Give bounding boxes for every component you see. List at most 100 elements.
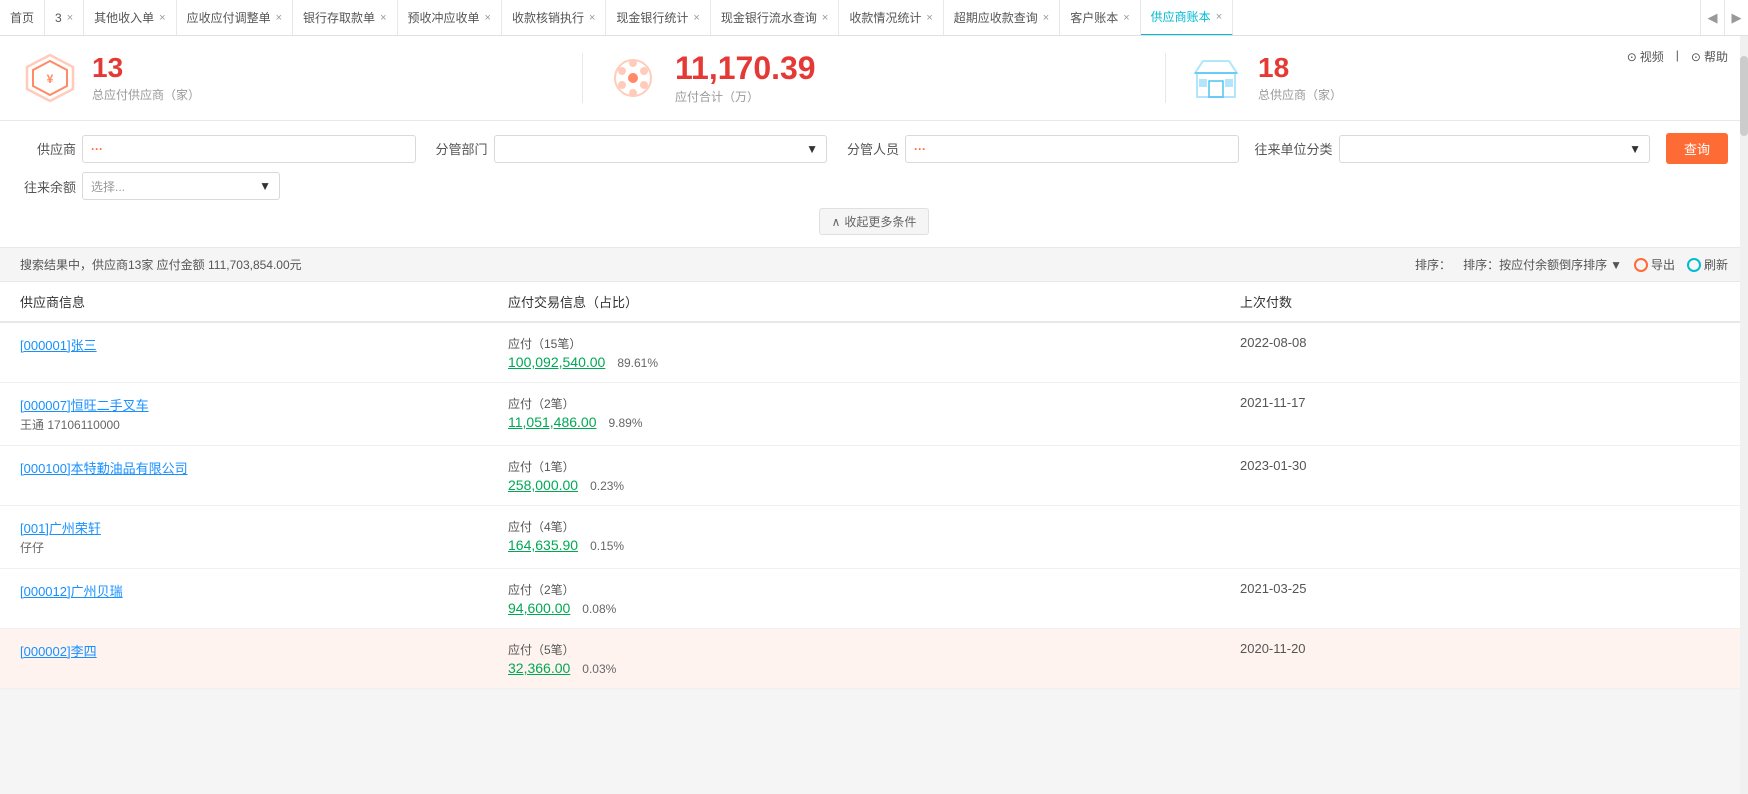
tab-overdue[interactable]: 超期应收款查询 × (944, 0, 1060, 36)
supplier-link-6[interactable]: [000002]李四 (20, 644, 97, 659)
tab-supplier-ledger-close[interactable]: × (1216, 11, 1222, 23)
dept-arrow-icon: ▼ (806, 142, 818, 156)
tx-cell-1: 应付（15笔） 100,092,540.00 89.61% (508, 335, 1240, 370)
tx-cell-6: 应付（5笔） 32,366.00 0.03% (508, 641, 1240, 676)
tab-home[interactable]: 首页 (0, 0, 45, 36)
result-summary: 搜索结果中，供应商13家 应付金额 111,703,854.00元 (20, 256, 302, 273)
top-navigation: 首页 3 × 其他收入单 × 应收应付调整单 × 银行存取款单 × 预收冲应收单… (0, 0, 1748, 36)
tab-customer-ledger-close[interactable]: × (1123, 12, 1129, 24)
tx-amount-5[interactable]: 94,600.00 (508, 600, 570, 616)
tab-collection-stat-close[interactable]: × (926, 12, 932, 24)
help-action[interactable]: ⊙ 帮助 (1691, 48, 1728, 65)
tab-3[interactable]: 3 × (45, 0, 84, 36)
supplier-sub-4: 仔仔 (20, 539, 508, 556)
sort-select[interactable]: 排序：按应付余额倒序排序 ▼ (1463, 256, 1622, 273)
tx-amount-6[interactable]: 32,366.00 (508, 660, 570, 676)
refresh-button[interactable]: 刷新 (1687, 256, 1728, 273)
supplier-link-4[interactable]: [001]广州荣轩 (20, 521, 101, 536)
payable-suppliers-stat: ¥ 13 总应付供应商（家） (20, 48, 562, 108)
tab-3-close[interactable]: × (67, 12, 73, 24)
supplier-link-2[interactable]: [000007]恒旺二手叉车 (20, 398, 149, 413)
header-stats: ¥ 13 总应付供应商（家） 11,170.39 应付合计（万） (0, 36, 1748, 121)
result-text: 搜索结果中，供应商13家 应付金额 111,703,854.00元 (20, 256, 302, 273)
search-button[interactable]: 查询 (1666, 133, 1728, 164)
tab-collection-stat[interactable]: 收款情况统计 × (839, 0, 943, 36)
col-lastpay-header: 上次付数 (1240, 292, 1728, 311)
result-actions: 排序： 排序：按应付余额倒序排序 ▼ 导出 刷新 (1415, 256, 1728, 273)
result-bar: 搜索结果中，供应商13家 应付金额 111,703,854.00元 排序： 排序… (0, 248, 1748, 282)
payable-icon: ¥ (20, 48, 80, 108)
tab-other-income[interactable]: 其他收入单 × (84, 0, 176, 36)
tab-cash-bank-stat-close[interactable]: × (693, 12, 699, 24)
export-button[interactable]: 导出 (1634, 256, 1675, 273)
balance-arrow-icon: ▼ (259, 179, 271, 193)
collapse-button[interactable]: ∧ 收起更多条件 (819, 208, 930, 235)
supplier-link-5[interactable]: [000012]广州贝瑞 (20, 584, 123, 599)
sort-label: 排序： (1415, 256, 1451, 273)
refresh-icon (1687, 258, 1701, 272)
supplier-input[interactable]: ··· (82, 135, 416, 163)
category-label: 往来单位分类 (1255, 139, 1333, 158)
tab-adjust[interactable]: 应收应付调整单 × (177, 0, 293, 36)
balance-select[interactable]: 选择... ▼ (82, 172, 280, 200)
stat-divider-1 (582, 53, 583, 103)
supplier-link-1[interactable]: [000001]张三 (20, 338, 97, 353)
tx-cell-4: 应付（4笔） 164,635.90 0.15% (508, 518, 1240, 553)
tab-payment-verify[interactable]: 收款核销执行 × (502, 0, 606, 36)
tab-cash-bank-stat[interactable]: 现金银行统计 × (606, 0, 710, 36)
nav-next-arrow[interactable]: ▶ (1724, 0, 1748, 36)
filter-area: 供应商 ··· 分管部门 ▼ 分管人员 ··· 往来单位分类 ▼ (0, 121, 1748, 248)
nav-arrows: ◀ ▶ (1700, 0, 1748, 36)
tab-cash-flow[interactable]: 现金银行流水查询 × (711, 0, 839, 36)
tab-overdue-close[interactable]: × (1043, 12, 1049, 24)
export-icon (1634, 258, 1648, 272)
tab-prepay-close[interactable]: × (485, 12, 491, 24)
scrollbar-thumb[interactable] (1740, 56, 1748, 136)
lastpay-cell-2: 2021-11-17 (1240, 395, 1728, 410)
table-row: [000001]张三 应付（15笔） 100,092,540.00 89.61%… (0, 323, 1748, 383)
stat-divider-2 (1165, 53, 1166, 103)
tab-bank[interactable]: 银行存取款单 × (293, 0, 397, 36)
tx-amount-1[interactable]: 100,092,540.00 (508, 354, 605, 370)
dept-select[interactable]: ▼ (494, 135, 828, 163)
category-arrow-icon: ▼ (1629, 142, 1641, 156)
category-select[interactable]: ▼ (1339, 135, 1650, 163)
tab-adjust-close[interactable]: × (276, 12, 282, 24)
store-icon (1186, 48, 1246, 108)
tab-prepay[interactable]: 预收冲应收单 × (398, 0, 502, 36)
tx-percent-2: 9.89% (609, 416, 643, 430)
payable-amount-info: 11,170.39 应付合计（万） (675, 51, 816, 105)
payable-amount-count: 11,170.39 (675, 51, 816, 86)
tx-percent-1: 89.61% (617, 356, 658, 370)
table-row: [000002]李四 应付（5笔） 32,366.00 0.03% 2020-1… (0, 629, 1748, 689)
nav-prev-arrow[interactable]: ◀ (1700, 0, 1724, 36)
filter-row-2: 往来余额 选择... ▼ (20, 172, 1728, 200)
col-tx-header: 应付交易信息（占比） (508, 292, 1240, 311)
tx-amount-4[interactable]: 164,635.90 (508, 537, 578, 553)
tab-supplier-ledger[interactable]: 供应商账本 × (1141, 0, 1233, 36)
tx-percent-4: 0.15% (590, 539, 624, 553)
dept-label: 分管部门 (432, 139, 488, 158)
video-icon: ⊙ (1627, 50, 1637, 64)
table-row: [000012]广州贝瑞 应付（2笔） 94,600.00 0.08% 2021… (0, 569, 1748, 629)
video-action[interactable]: ⊙ 视频 (1627, 48, 1664, 65)
supplier-cell-6: [000002]李四 (20, 641, 508, 660)
tab-cash-flow-close[interactable]: × (822, 12, 828, 24)
tx-amount-2[interactable]: 11,051,486.00 (508, 414, 597, 430)
supplier-link-3[interactable]: [000100]本特勤油品有限公司 (20, 461, 188, 476)
total-suppliers-info: 18 总供应商（家） (1258, 53, 1342, 103)
supplier-label: 供应商 (20, 139, 76, 158)
table-row: [000100]本特勤油品有限公司 应付（1笔） 258,000.00 0.23… (0, 446, 1748, 506)
grain-icon (603, 48, 663, 108)
person-input[interactable]: ··· (905, 135, 1239, 163)
category-filter: 往来单位分类 ▼ (1255, 135, 1651, 163)
tab-other-income-close[interactable]: × (159, 12, 165, 24)
balance-label: 往来余额 (20, 177, 76, 196)
balance-placeholder: 选择... (91, 178, 125, 195)
tab-payment-verify-close[interactable]: × (589, 12, 595, 24)
tab-bank-close[interactable]: × (380, 12, 386, 24)
tab-customer-ledger[interactable]: 客户账本 × (1060, 0, 1140, 36)
tx-amount-3[interactable]: 258,000.00 (508, 477, 578, 493)
supplier-table: 供应商信息 应付交易信息（占比） 上次付数 [000001]张三 应付（15笔）… (0, 282, 1748, 689)
scrollbar[interactable] (1740, 36, 1748, 794)
